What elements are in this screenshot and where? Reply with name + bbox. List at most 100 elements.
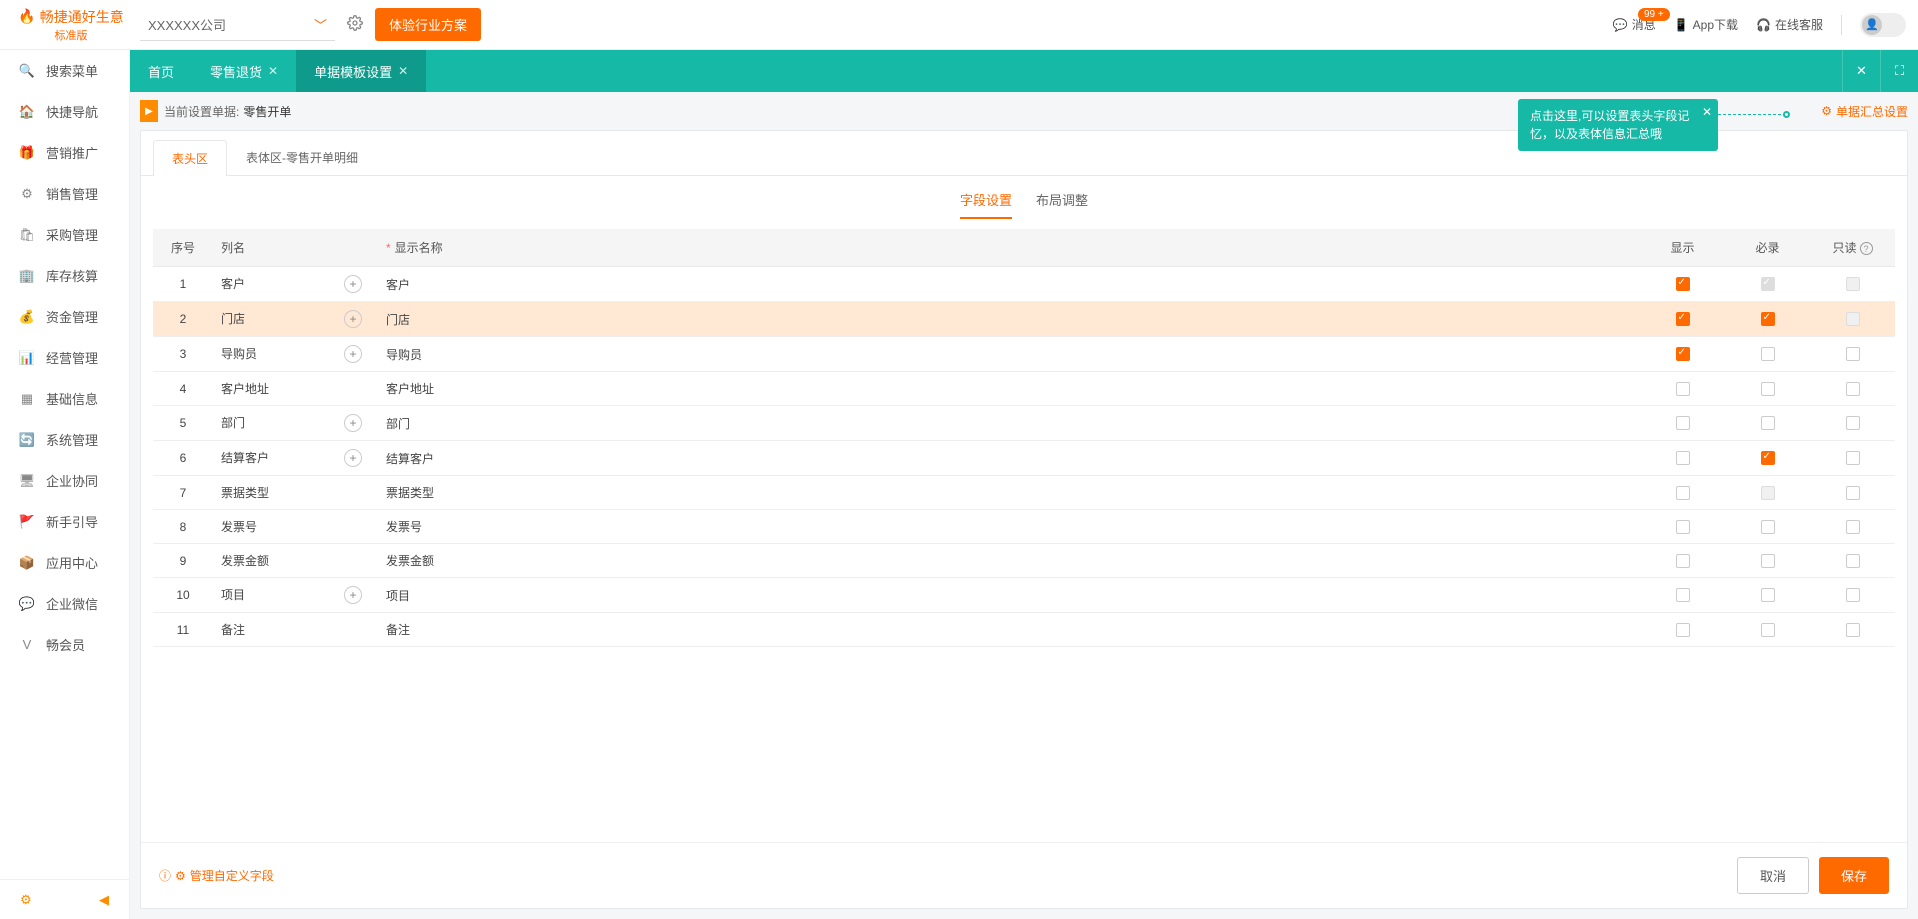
sidebar-item-6[interactable]: 💰资金管理 bbox=[0, 296, 129, 337]
checkbox[interactable] bbox=[1761, 623, 1775, 637]
sidebar-item-9[interactable]: 🔄系统管理 bbox=[0, 419, 129, 460]
coin-icon: 💰 bbox=[18, 308, 36, 326]
checkbox[interactable] bbox=[1846, 347, 1860, 361]
checkbox[interactable] bbox=[1761, 382, 1775, 396]
sidebar-item-4[interactable]: 🛍采购管理 bbox=[0, 214, 129, 255]
checkbox[interactable] bbox=[1846, 451, 1860, 465]
mid-tab-0[interactable]: 字段设置 bbox=[960, 190, 1012, 219]
tab-2[interactable]: 单据模板设置✕ bbox=[296, 50, 426, 92]
brand-logo: 🔥畅捷通好生意 标准版 bbox=[12, 7, 130, 43]
table-row: 11备注备注 bbox=[153, 613, 1895, 647]
tab-close-icon[interactable]: ✕ bbox=[398, 64, 408, 78]
user-avatar[interactable]: 👤 bbox=[1860, 13, 1906, 37]
checkbox[interactable] bbox=[1846, 623, 1860, 637]
tab-close-icon[interactable]: ✕ bbox=[268, 64, 278, 78]
col-name: 列名 bbox=[213, 229, 378, 267]
checkbox[interactable] bbox=[1676, 277, 1690, 291]
col-required: 必录 bbox=[1725, 229, 1810, 267]
table-row: 9发票金额发票金额 bbox=[153, 544, 1895, 578]
sidebar-item-12[interactable]: 📦应用中心 bbox=[0, 542, 129, 583]
checkbox[interactable] bbox=[1761, 416, 1775, 430]
sub-tab-0[interactable]: 表头区 bbox=[153, 140, 227, 176]
checkbox[interactable] bbox=[1846, 554, 1860, 568]
chevron-down-icon: ﹀ bbox=[314, 15, 327, 34]
tab-close-all[interactable]: ✕ bbox=[1842, 50, 1880, 92]
checkbox[interactable] bbox=[1761, 554, 1775, 568]
customer-service-link[interactable]: 🎧在线客服 bbox=[1756, 16, 1823, 33]
checkbox[interactable] bbox=[1846, 382, 1860, 396]
help-icon[interactable]: ? bbox=[1860, 242, 1873, 255]
sidebar-settings-icon[interactable]: ⚙ bbox=[20, 892, 32, 908]
checkbox[interactable] bbox=[1676, 623, 1690, 637]
add-icon[interactable]: + bbox=[344, 586, 362, 604]
cancel-button[interactable]: 取消 bbox=[1737, 857, 1809, 894]
tab-1[interactable]: 零售退货✕ bbox=[192, 50, 296, 92]
checkbox[interactable] bbox=[1676, 554, 1690, 568]
help-tooltip: 点击这里,可以设置表头字段记忆，以及表体信息汇总哦 ✕ bbox=[1518, 99, 1718, 151]
user-icon: 👤 bbox=[1862, 15, 1882, 35]
sidebar-item-7[interactable]: 📊经营管理 bbox=[0, 337, 129, 378]
add-icon[interactable]: + bbox=[344, 414, 362, 432]
sidebar-item-8[interactable]: ▦基础信息 bbox=[0, 378, 129, 419]
checkbox[interactable] bbox=[1676, 416, 1690, 430]
sidebar-item-11[interactable]: 🚩新手引导 bbox=[0, 501, 129, 542]
sub-tab-1[interactable]: 表体区-零售开单明细 bbox=[227, 139, 377, 175]
checkbox[interactable] bbox=[1676, 382, 1690, 396]
manage-custom-fields-link[interactable]: ⓘ ⚙ 管理自定义字段 bbox=[159, 867, 274, 884]
add-icon[interactable]: + bbox=[344, 449, 362, 467]
collapse-button[interactable]: ▶ bbox=[140, 100, 158, 122]
sidebar-item-3[interactable]: ⚙销售管理 bbox=[0, 173, 129, 214]
gift-icon: 🎁 bbox=[18, 144, 36, 162]
mobile-icon: 📱 bbox=[1674, 18, 1689, 32]
message-icon: 💬 bbox=[1613, 18, 1628, 32]
sidebar: 🔍搜索菜单🏠快捷导航🎁营销推广⚙销售管理🛍采购管理🏢库存核算💰资金管理📊经营管理… bbox=[0, 50, 130, 919]
col-display: 显示名称 bbox=[378, 229, 1640, 267]
checkbox[interactable] bbox=[1676, 312, 1690, 326]
sidebar-item-0[interactable]: 🔍搜索菜单 bbox=[0, 50, 129, 91]
sidebar-item-10[interactable]: 🖥企业协同 bbox=[0, 460, 129, 501]
wechat-icon: 💬 bbox=[18, 595, 36, 613]
save-button[interactable]: 保存 bbox=[1819, 857, 1889, 894]
gear-icon: ⚙ bbox=[18, 185, 36, 203]
tooltip-close-icon[interactable]: ✕ bbox=[1702, 103, 1712, 121]
sidebar-item-14[interactable]: V畅会员 bbox=[0, 624, 129, 665]
sidebar-item-13[interactable]: 💬企业微信 bbox=[0, 583, 129, 624]
app-download-link[interactable]: 📱App下载 bbox=[1674, 16, 1738, 33]
checkbox[interactable] bbox=[1761, 312, 1775, 326]
checkbox[interactable] bbox=[1846, 520, 1860, 534]
checkbox[interactable] bbox=[1846, 486, 1860, 500]
try-solution-button[interactable]: 体验行业方案 bbox=[375, 8, 481, 41]
search-icon: 🔍 bbox=[18, 62, 36, 80]
checkbox[interactable] bbox=[1676, 486, 1690, 500]
checkbox[interactable] bbox=[1676, 347, 1690, 361]
sidebar-item-5[interactable]: 🏢库存核算 bbox=[0, 255, 129, 296]
sidebar-item-2[interactable]: 🎁营销推广 bbox=[0, 132, 129, 173]
checkbox[interactable] bbox=[1676, 520, 1690, 534]
checkbox[interactable] bbox=[1676, 451, 1690, 465]
checkbox[interactable] bbox=[1846, 588, 1860, 602]
checkbox bbox=[1846, 277, 1860, 291]
checkbox[interactable] bbox=[1761, 588, 1775, 602]
sidebar-collapse-icon[interactable]: ◀ bbox=[99, 892, 109, 908]
checkbox[interactable] bbox=[1846, 416, 1860, 430]
table-row: 3导购员+导购员 bbox=[153, 337, 1895, 372]
summary-settings-link[interactable]: ⚙单据汇总设置 bbox=[1821, 103, 1908, 120]
tab-0[interactable]: 首页 bbox=[130, 50, 192, 92]
checkbox[interactable] bbox=[1761, 451, 1775, 465]
fields-table: 序号 列名 显示名称 显示 必录 只读? 1客户+客户2门店+门店3导购员+导购… bbox=[153, 229, 1895, 647]
checkbox[interactable] bbox=[1761, 347, 1775, 361]
add-icon[interactable]: + bbox=[344, 275, 362, 293]
checkbox[interactable] bbox=[1676, 588, 1690, 602]
tab-fullscreen[interactable]: ⛶ bbox=[1880, 50, 1918, 92]
settings-icon[interactable] bbox=[347, 15, 363, 34]
add-icon[interactable]: + bbox=[344, 345, 362, 363]
messages-link[interactable]: 💬 消息 99 + bbox=[1613, 16, 1656, 33]
mid-tab-1[interactable]: 布局调整 bbox=[1036, 190, 1088, 219]
home-icon: 🏠 bbox=[18, 103, 36, 121]
gear-icon: ⚙ bbox=[175, 869, 186, 883]
sidebar-item-1[interactable]: 🏠快捷导航 bbox=[0, 91, 129, 132]
checkbox[interactable] bbox=[1761, 520, 1775, 534]
add-icon[interactable]: + bbox=[344, 310, 362, 328]
page-tabs: 首页零售退货✕单据模板设置✕ ✕ ⛶ bbox=[130, 50, 1918, 92]
company-select[interactable]: XXXXXX公司 ﹀ bbox=[140, 9, 335, 41]
